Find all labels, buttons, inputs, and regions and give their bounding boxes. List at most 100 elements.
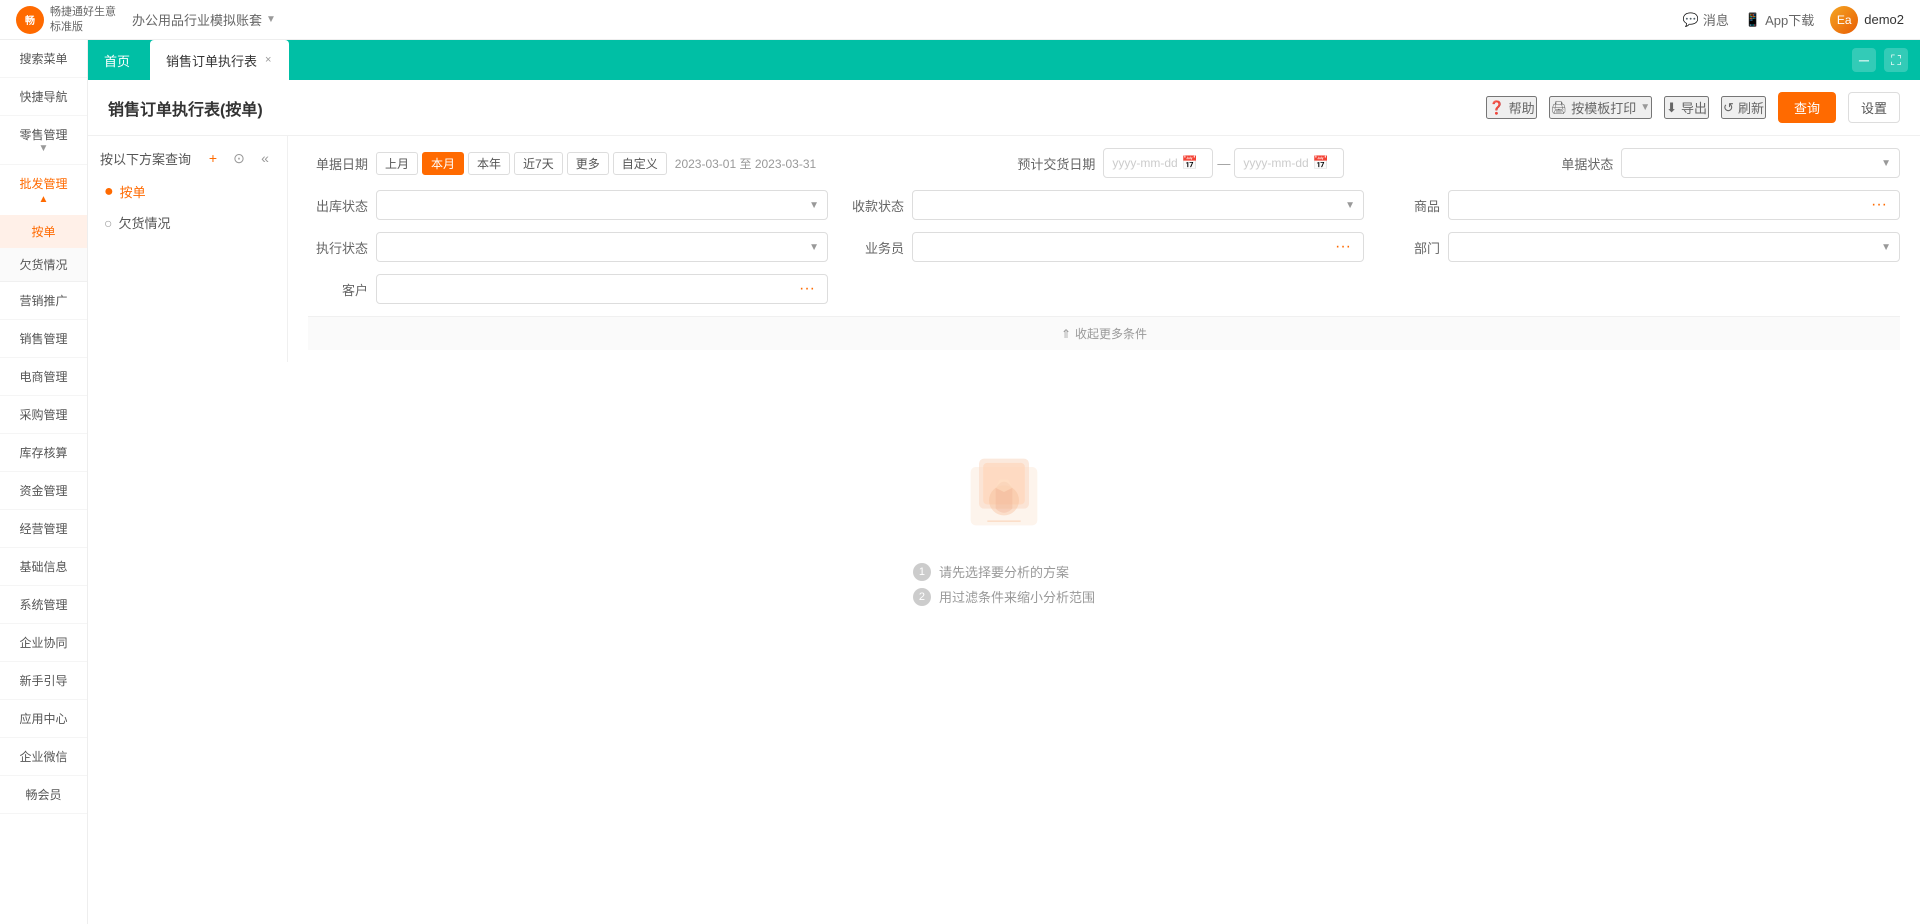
outstatus-select[interactable]: ▼ [376, 190, 828, 220]
sidebar-item-ecommerce[interactable]: 电商管理 [0, 358, 87, 396]
btn-current-year[interactable]: 本年 [468, 152, 510, 175]
help-label: 帮助 [1509, 98, 1535, 117]
search-btn-label: 查询 [1794, 98, 1820, 117]
sidebar-item-guide[interactable]: 新手引导 [0, 662, 87, 700]
outstatus-chevron: ▼ [809, 200, 819, 211]
tip-2-text: 用过滤条件来缩小分析范围 [939, 587, 1095, 606]
sidebar-wholesale-chevron: ▲ [39, 194, 49, 205]
export-btn[interactable]: ⬇ 导出 [1664, 96, 1709, 119]
sidebar-item-member[interactable]: 畅会员 [0, 776, 87, 814]
execstatus-select[interactable]: ▼ [376, 232, 828, 262]
collectstatus-chevron: ▼ [1345, 200, 1355, 211]
user-avatar-area[interactable]: Ea demo2 [1830, 6, 1904, 34]
sidebar-item-marketing[interactable]: 营销推广 [0, 282, 87, 320]
btn-last-month[interactable]: 上月 [376, 152, 418, 175]
scheme-debt[interactable]: ○ 欠货情况 [96, 207, 279, 238]
expected-end-placeholder: yyyy-mm-dd [1243, 156, 1308, 170]
sidebar-wholesale-label: 批发管理 [19, 175, 67, 192]
logo-area: 畅 畅捷通好生意 标准版 [16, 5, 116, 34]
top-header-right: 💬 消息 📱 App下载 Ea demo2 [1683, 6, 1904, 34]
btn-current-month[interactable]: 本月 [422, 152, 464, 175]
sidebar-sub-debt[interactable]: 欠货情况 [0, 248, 87, 281]
sidebar-item-sales[interactable]: 销售管理 [0, 320, 87, 358]
sidebar-item-apps[interactable]: 应用中心 [0, 700, 87, 738]
docstatus-select[interactable]: ▼ [1621, 148, 1900, 178]
customer-select[interactable]: ··· [376, 274, 828, 304]
tab-sales-exec-label: 销售订单执行表 [166, 51, 257, 70]
sidebar-sub-order[interactable]: 按单 [0, 215, 87, 248]
sidebar-item-purchase[interactable]: 采购管理 [0, 396, 87, 434]
print-btn[interactable]: 🖨 按模板打印 ▼ [1549, 96, 1652, 119]
salesperson-label: 业务员 [844, 238, 904, 257]
sidebar-item-retail[interactable]: 零售管理 ▼ [0, 116, 87, 165]
search-btn[interactable]: 查询 [1778, 92, 1836, 123]
page-inner: 销售订单执行表(按单) ❓ 帮助 🖨 按模板打印 ▼ ⬇ [88, 80, 1920, 924]
date-separator: — [1217, 156, 1230, 171]
collapse-conditions-btn[interactable]: ⇑ 收起更多条件 [308, 316, 1900, 350]
help-btn[interactable]: ❓ 帮助 [1486, 96, 1536, 119]
dept-select[interactable]: ▼ [1448, 232, 1900, 262]
sidebar-item-quicknav[interactable]: 快捷导航 [0, 78, 87, 116]
filter-group-outstatus: 出库状态 ▼ [308, 190, 828, 220]
scheme-order[interactable]: ● 按单 [96, 176, 279, 207]
app-selector[interactable]: 办公用品行业模拟账套 ▼ [124, 6, 284, 33]
sidebar-item-wholesale[interactable]: 批发管理 ▲ [0, 165, 87, 215]
sidebar-wechat-label: 企业微信 [19, 750, 67, 764]
filter-row-3: 执行状态 ▼ 业务员 ··· [308, 232, 1900, 262]
goods-select[interactable]: ··· [1448, 190, 1900, 220]
tab-home[interactable]: 首页 [88, 40, 146, 80]
customer-label: 客户 [308, 280, 368, 299]
collapse-scheme-btn[interactable]: « [255, 148, 275, 168]
tab-expand-btn[interactable]: ⛶ [1884, 48, 1908, 72]
message-btn[interactable]: 💬 消息 [1683, 10, 1729, 29]
customer-more-icon[interactable]: ··· [795, 280, 819, 298]
sidebar-item-system[interactable]: 系统管理 [0, 586, 87, 624]
sidebar-item-basic[interactable]: 基础信息 [0, 548, 87, 586]
filter-right: 单据日期 上月 本月 本年 近7天 更多 自定义 2023-03-01 至 20… [288, 136, 1920, 362]
btn-custom[interactable]: 自定义 [613, 152, 667, 175]
collectstatus-label: 收款状态 [844, 196, 904, 215]
tab-home-label: 首页 [104, 51, 130, 70]
tab-sales-exec[interactable]: 销售订单执行表 × [150, 40, 289, 80]
help-icon: ❓ [1488, 100, 1504, 116]
settings-btn[interactable]: 设置 [1848, 92, 1900, 123]
filter-group-customer: 客户 ··· [308, 274, 828, 304]
scheme-debt-icon: ○ [104, 215, 112, 231]
export-icon: ⬇ [1666, 100, 1677, 116]
execstatus-label: 执行状态 [308, 238, 368, 257]
content-area: 首页 销售订单执行表 × ─ ⛶ 销售订单执行表(按单) ❓ [88, 40, 1920, 924]
salesperson-select[interactable]: ··· [912, 232, 1364, 262]
sidebar-operation-label: 经营管理 [19, 522, 67, 536]
edit-scheme-btn[interactable]: ⊙ [229, 148, 249, 168]
expected-date-start[interactable]: yyyy-mm-dd 📅 [1103, 148, 1213, 178]
refresh-label: 刷新 [1738, 98, 1764, 117]
tab-minimize-btn[interactable]: ─ [1852, 48, 1876, 72]
collectstatus-select[interactable]: ▼ [912, 190, 1364, 220]
add-scheme-btn[interactable]: + [203, 148, 223, 168]
btn-more[interactable]: 更多 [567, 152, 609, 175]
expected-date-end[interactable]: yyyy-mm-dd 📅 [1234, 148, 1344, 178]
sidebar-apps-label: 应用中心 [19, 712, 67, 726]
empty-illustration [954, 442, 1054, 542]
sidebar-item-operation[interactable]: 经营管理 [0, 510, 87, 548]
filter-left-header: 按以下方案查询 + ⊙ « [96, 148, 279, 168]
sidebar: 搜索菜单 快捷导航 零售管理 ▼ 批发管理 ▲ 按单 欠货情况 营销推广 销售管… [0, 40, 88, 924]
sidebar-item-finance[interactable]: 资金管理 [0, 472, 87, 510]
sidebar-purchase-label: 采购管理 [19, 408, 67, 422]
sidebar-item-search[interactable]: 搜索菜单 [0, 40, 87, 78]
app-download-btn[interactable]: 📱 App下载 [1745, 10, 1814, 29]
tip-num-2: 2 [913, 588, 931, 606]
dept-label: 部门 [1380, 238, 1440, 257]
tab-close-icon[interactable]: × [263, 52, 273, 68]
btn-last7[interactable]: 近7天 [514, 152, 563, 175]
sidebar-item-wechat[interactable]: 企业微信 [0, 738, 87, 776]
salesperson-more-icon[interactable]: ··· [1331, 238, 1355, 256]
sidebar-item-inventory[interactable]: 库存核算 [0, 434, 87, 472]
calendar-icon-start: 📅 [1182, 155, 1198, 171]
top-header: 畅 畅捷通好生意 标准版 办公用品行业模拟账套 ▼ 💬 消息 📱 App下载 E… [0, 0, 1920, 40]
sidebar-wholesale-section: 批发管理 ▲ 按单 欠货情况 [0, 165, 87, 282]
app-selector-label: 办公用品行业模拟账套 [132, 10, 262, 29]
sidebar-item-corp[interactable]: 企业协同 [0, 624, 87, 662]
refresh-btn[interactable]: ↺ 刷新 [1721, 96, 1766, 119]
goods-more-icon[interactable]: ··· [1867, 196, 1891, 214]
